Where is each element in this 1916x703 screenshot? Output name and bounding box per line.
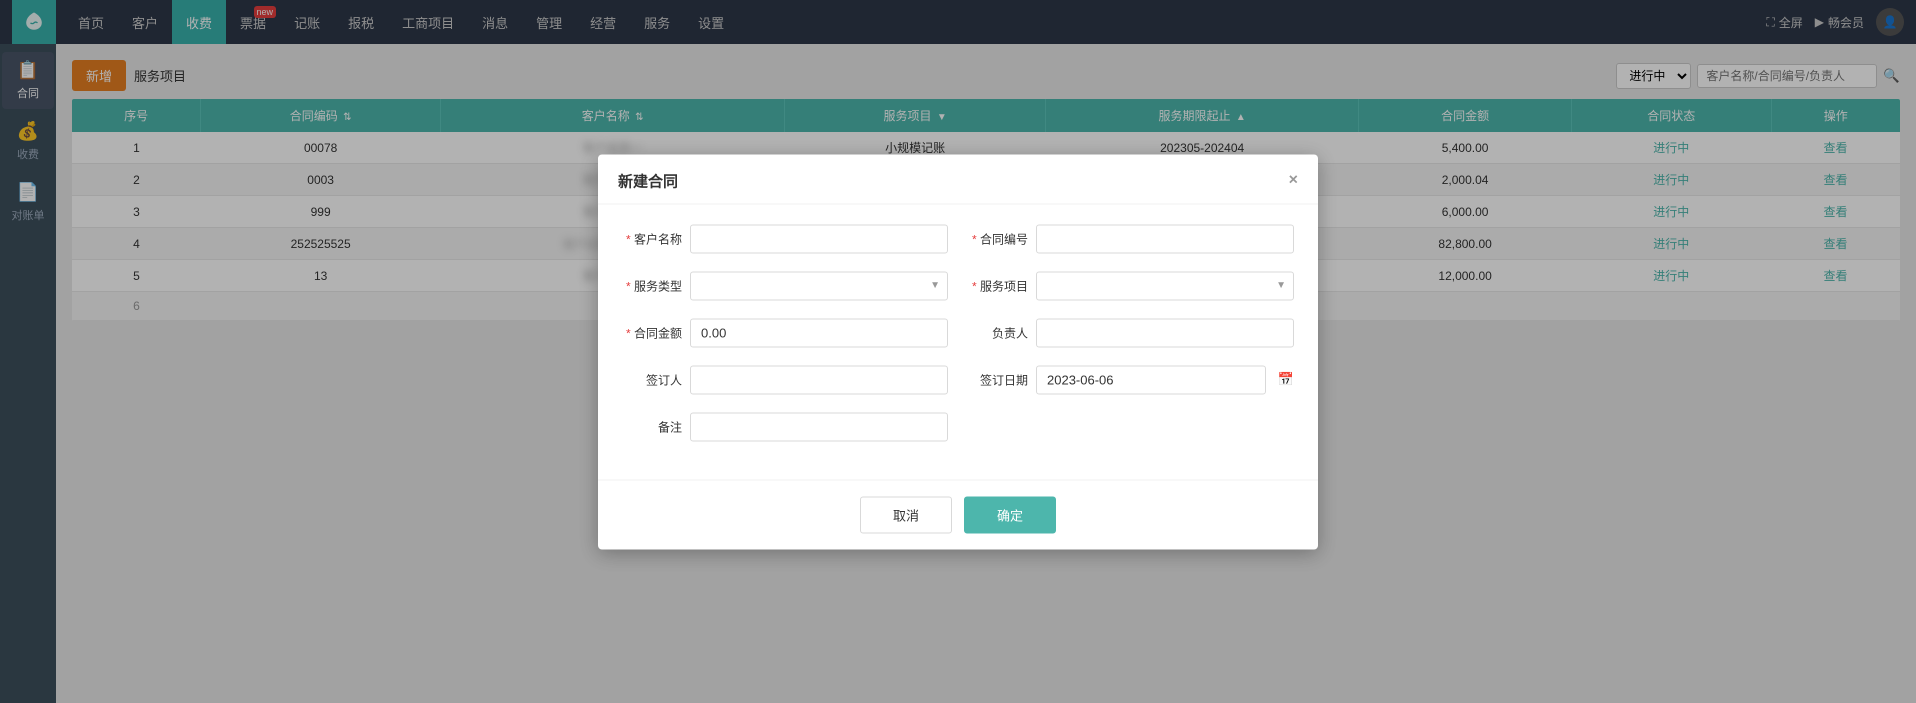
sign-date-input[interactable]: [1036, 365, 1266, 394]
form-row-1: 客户名称 合同编号: [622, 224, 1294, 253]
form-group-responsible: 负责人: [968, 318, 1294, 347]
form-row-3: 合同金额 负责人: [622, 318, 1294, 347]
customer-name-label: 客户名称: [622, 230, 682, 247]
contract-amount-label: 合同金额: [622, 324, 682, 341]
contract-no-input[interactable]: [1036, 224, 1294, 253]
form-row-4: 签订人 签订日期 📅: [622, 365, 1294, 394]
form-group-signer: 签订人: [622, 365, 948, 394]
form-group-notes: 备注: [622, 412, 948, 441]
form-group-sign-date: 签订日期 📅: [968, 365, 1294, 394]
service-type-select[interactable]: [690, 271, 948, 300]
contract-amount-input[interactable]: [690, 318, 948, 347]
modal-close-button[interactable]: ×: [1289, 172, 1298, 190]
modal-title: 新建合同: [618, 170, 678, 191]
form-row-2: 服务类型 ▼ 服务项目 ▼: [622, 271, 1294, 300]
cancel-button[interactable]: 取消: [860, 496, 952, 533]
service-type-select-wrapper: ▼: [690, 271, 948, 300]
form-group-amount: 合同金额: [622, 318, 948, 347]
signer-input[interactable]: [690, 365, 948, 394]
modal-header: 新建合同 ×: [598, 154, 1318, 204]
confirm-button[interactable]: 确定: [964, 496, 1056, 533]
sign-date-label: 签订日期: [968, 371, 1028, 388]
responsible-input[interactable]: [1036, 318, 1294, 347]
customer-name-input[interactable]: [690, 224, 948, 253]
service-item-select[interactable]: [1036, 271, 1294, 300]
service-item-label: 服务项目: [968, 277, 1028, 294]
modal-body: 客户名称 合同编号 服务类型 ▼ 服务项目: [598, 204, 1318, 479]
responsible-label: 负责人: [968, 324, 1028, 341]
service-type-label: 服务类型: [622, 277, 682, 294]
notes-input[interactable]: [690, 412, 948, 441]
modal-footer: 取消 确定: [598, 479, 1318, 549]
form-group-service-type: 服务类型 ▼: [622, 271, 948, 300]
contract-no-label: 合同编号: [968, 230, 1028, 247]
form-group-customer: 客户名称: [622, 224, 948, 253]
calendar-icon[interactable]: 📅: [1278, 372, 1294, 388]
signer-label: 签订人: [622, 371, 682, 388]
form-group-service-item: 服务项目 ▼: [968, 271, 1294, 300]
form-group-contract-no: 合同编号: [968, 224, 1294, 253]
new-contract-modal: 新建合同 × 客户名称 合同编号 服务类型 ▼: [598, 154, 1318, 549]
notes-label: 备注: [622, 418, 682, 435]
form-row-5: 备注: [622, 412, 1294, 441]
service-item-select-wrapper: ▼: [1036, 271, 1294, 300]
